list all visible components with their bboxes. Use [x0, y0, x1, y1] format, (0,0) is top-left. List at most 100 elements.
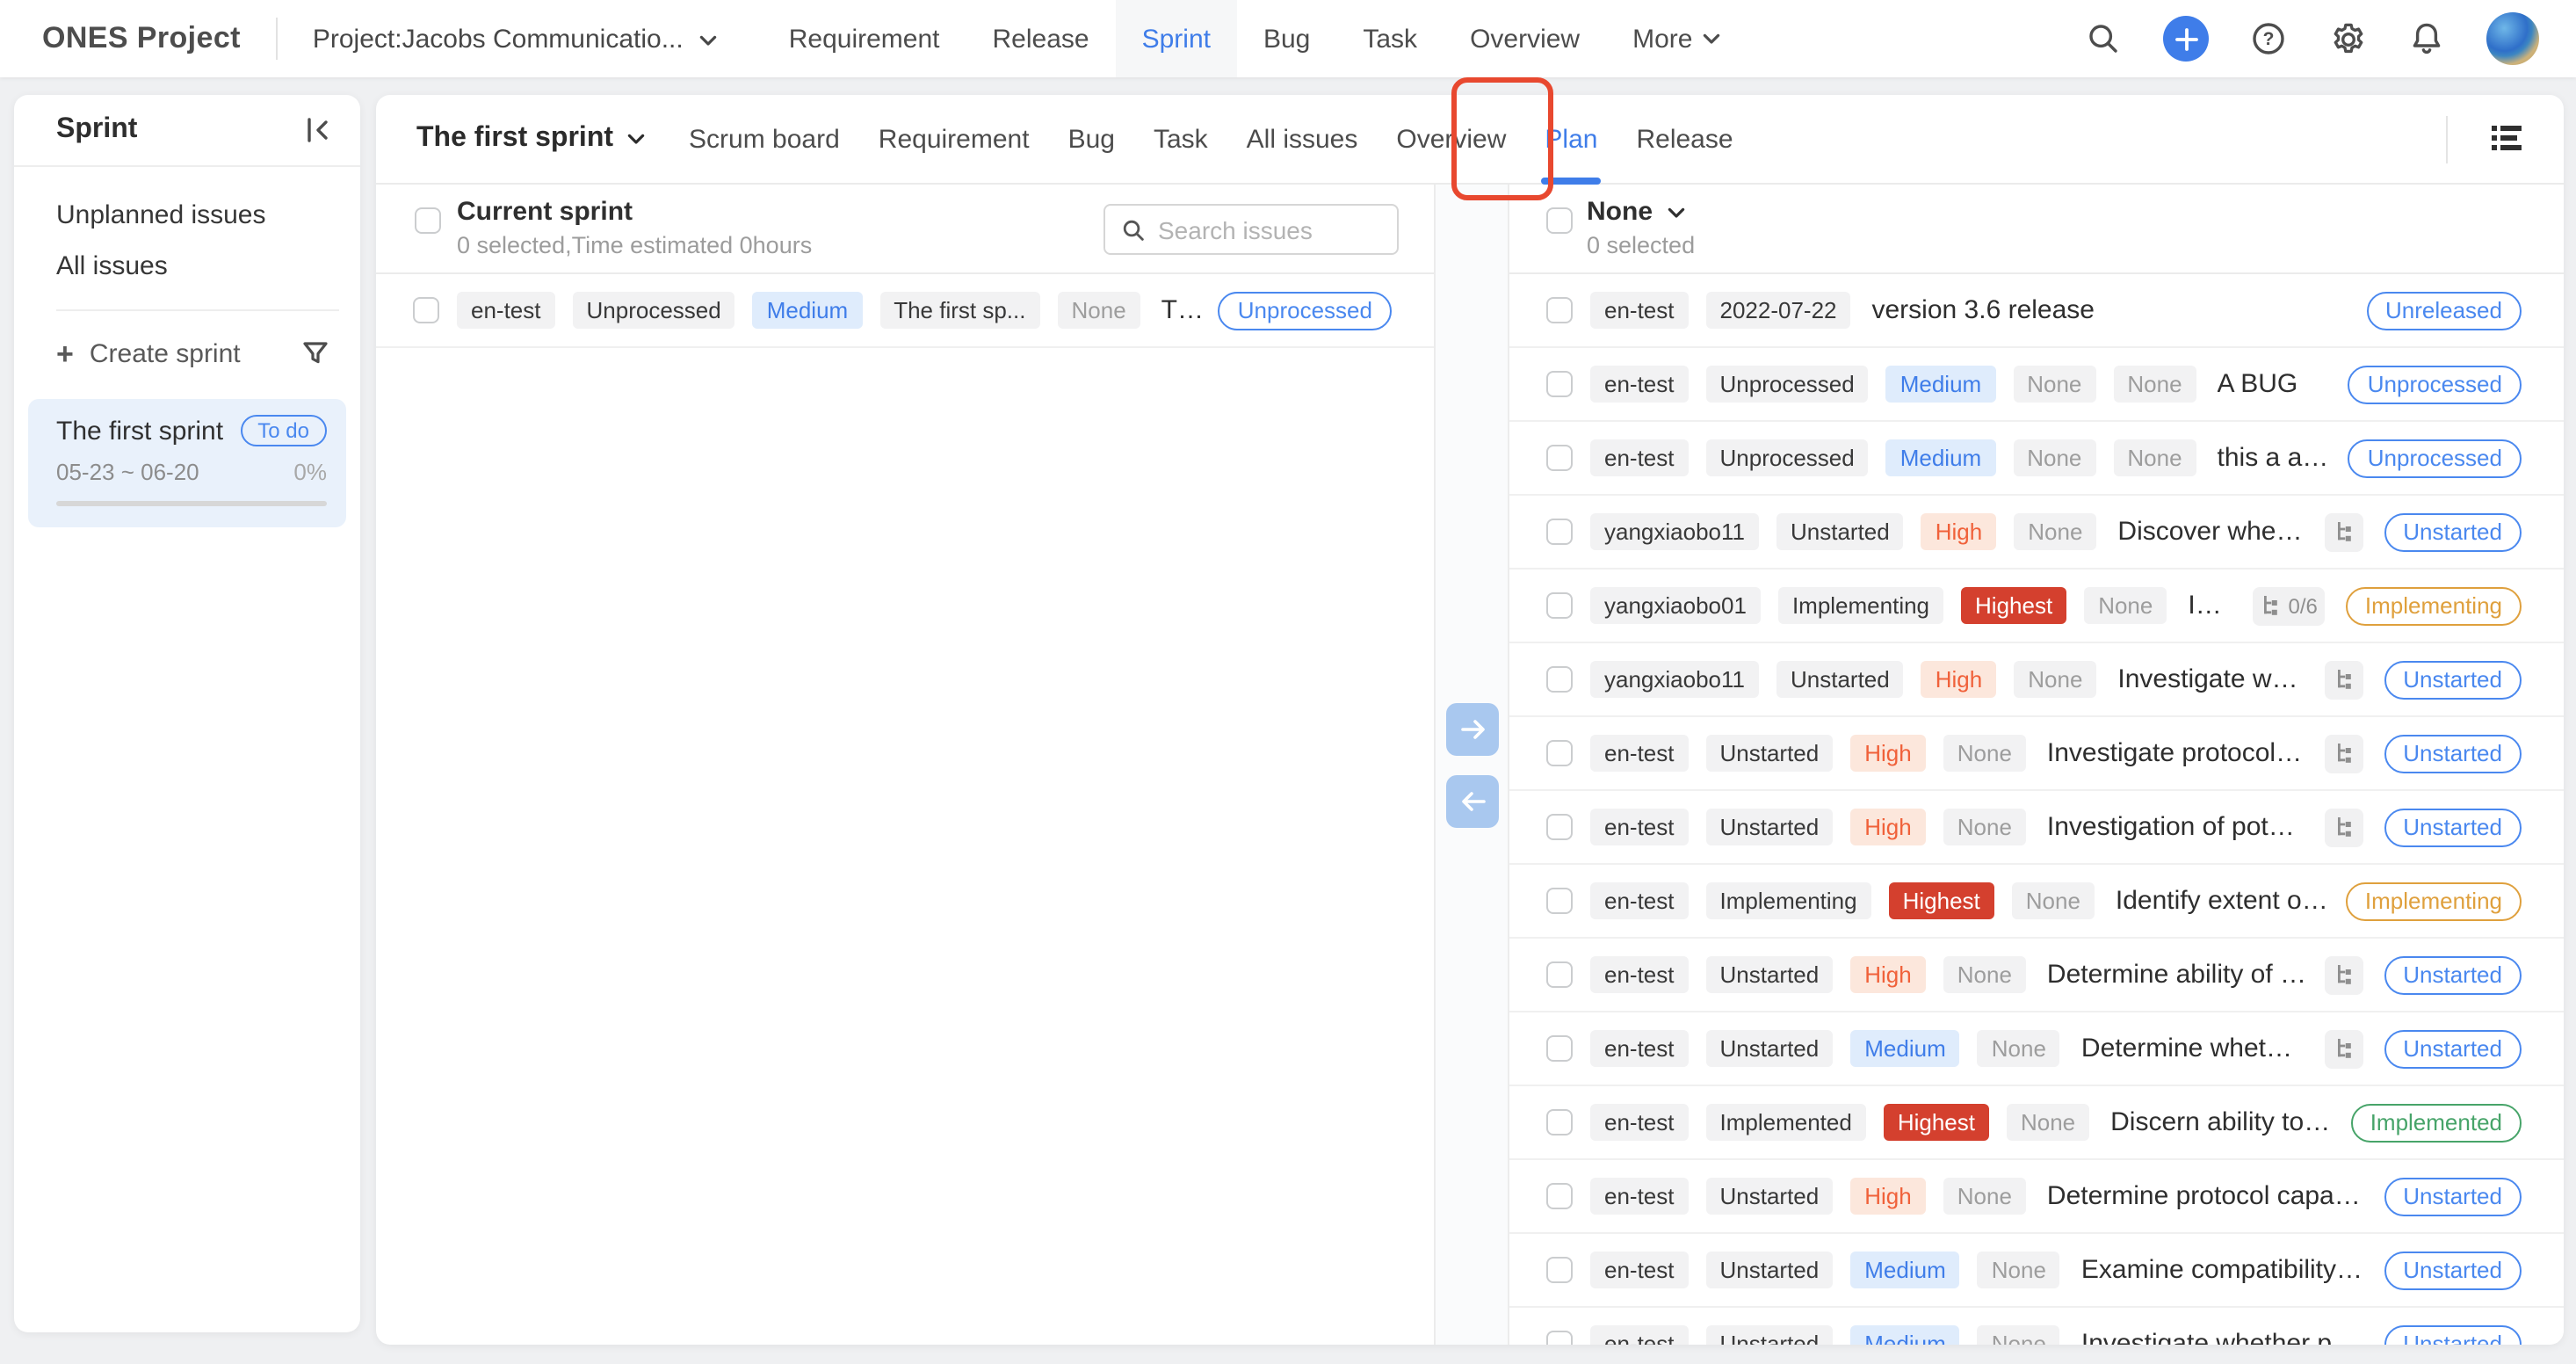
nav-item-release[interactable]: Release	[966, 0, 1116, 77]
subtask-tree-icon[interactable]	[2324, 734, 2363, 773]
sprint-name: The first sprint	[56, 416, 224, 446]
chevron-down-icon	[699, 24, 717, 54]
subtask-tree-icon[interactable]: 0/6	[2253, 586, 2325, 625]
subtask-tree-icon[interactable]	[2324, 808, 2363, 846]
issue-row[interactable]: yangxiaobo11 Unstarted High None Investigate…	[1509, 643, 2564, 717]
project-selector[interactable]: Project:Jacobs Communicatio...	[313, 24, 717, 54]
tab-bug[interactable]: Bug	[1049, 95, 1134, 183]
row-checkbox[interactable]	[1546, 1183, 1573, 1209]
settings-icon[interactable]	[2328, 19, 2367, 58]
notifications-icon[interactable]	[2407, 19, 2446, 58]
collapse-sidebar-icon[interactable]	[306, 118, 332, 142]
search-icon	[1121, 217, 1146, 242]
tab-plan[interactable]: Plan	[1525, 95, 1617, 185]
subtask-tree-icon[interactable]	[2324, 512, 2363, 551]
subtask-tree-icon[interactable]	[2324, 1029, 2363, 1068]
issue-title[interactable]: Investigate whether lim...	[2117, 664, 2306, 694]
target-selector[interactable]: None	[1587, 197, 1695, 227]
tab-overview[interactable]: Overview	[1377, 95, 1525, 183]
row-checkbox[interactable]	[1546, 666, 1573, 693]
move-right-button[interactable]	[1446, 703, 1499, 756]
issue-title[interactable]: Examine compatibility with ...	[2081, 1255, 2366, 1285]
search-input[interactable]	[1158, 215, 1381, 243]
move-left-button[interactable]	[1446, 775, 1499, 828]
issue-row[interactable]: en-test Unstarted High None Determine abilit…	[1509, 939, 2564, 1012]
issue-tag: None	[2011, 882, 2095, 919]
tab-scrum-board[interactable]: Scrum board	[669, 95, 859, 183]
issue-title[interactable]: This is ...	[1161, 295, 1201, 325]
sprint-selector[interactable]: The first sprint	[416, 123, 645, 155]
issue-title[interactable]: Investigate protocol ability t...	[2047, 738, 2306, 768]
issue-title[interactable]: Discern ability to acce...	[2110, 1107, 2334, 1137]
select-all-checkbox[interactable]	[1546, 207, 1573, 234]
issue-row[interactable]: en-test Implementing Highest None Identify e…	[1509, 865, 2564, 939]
help-icon[interactable]: ?	[2249, 19, 2288, 58]
row-right-group: Unstarted	[2324, 660, 2522, 699]
issue-row[interactable]: en-test Implemented Highest None Discern abi…	[1509, 1086, 2564, 1160]
filter-icon[interactable]	[302, 341, 329, 366]
issue-title[interactable]: this a also a bug	[2218, 443, 2331, 473]
nav-item-sprint[interactable]: Sprint	[1115, 0, 1237, 77]
row-checkbox[interactable]	[1546, 445, 1573, 471]
issue-row[interactable]: en-test Unstarted Medium None Examine compat…	[1509, 1234, 2564, 1308]
tab-label: Bug	[1067, 124, 1115, 154]
issue-title[interactable]: Investigation of potential ap...	[2047, 812, 2306, 842]
row-checkbox[interactable]	[1546, 740, 1573, 766]
row-checkbox[interactable]	[1546, 592, 1573, 619]
search-icon[interactable]	[2084, 19, 2123, 58]
issue-row[interactable]: en-test Unprocessed Medium None None this a a…	[1509, 422, 2564, 496]
create-icon[interactable]	[2163, 16, 2209, 62]
sprint-card[interactable]: The first sprint To do 05-23 ~ 06-20 0%	[28, 399, 346, 527]
issue-row[interactable]: en-test Unstarted Medium None Determine whet…	[1509, 1012, 2564, 1086]
tab-all-issues[interactable]: All issues	[1227, 95, 1378, 183]
row-checkbox[interactable]	[413, 297, 439, 323]
row-checkbox[interactable]	[1546, 814, 1573, 840]
row-checkbox[interactable]	[1546, 888, 1573, 914]
row-checkbox[interactable]	[1546, 961, 1573, 988]
issue-title[interactable]: Determine whether the p...	[2081, 1034, 2306, 1063]
subtask-tree-icon[interactable]	[2324, 660, 2363, 699]
issue-row[interactable]: en-test Unstarted High None Determine protoc…	[1509, 1160, 2564, 1234]
nav-item-requirement[interactable]: Requirement	[763, 0, 966, 77]
issue-row[interactable]: yangxiaobo01 Implementing Highest None Ident…	[1509, 570, 2564, 643]
row-checkbox[interactable]	[1546, 1331, 1573, 1345]
sidebar-item-all-issues[interactable]: All issues	[56, 241, 360, 292]
issue-title[interactable]: A BUG	[2218, 369, 2298, 399]
issue-title[interactable]: Identify extent of cap...	[2116, 886, 2328, 916]
row-checkbox[interactable]	[1546, 1109, 1573, 1135]
issue-row[interactable]: en-test Unstarted High None Investigation of…	[1509, 791, 2564, 865]
issue-title[interactable]: Investigate whether protoco...	[2081, 1329, 2366, 1345]
tab-task[interactable]: Task	[1134, 95, 1227, 183]
row-checkbox[interactable]	[1546, 371, 1573, 397]
tab-release[interactable]: Release	[1617, 95, 1752, 183]
issue-tag: en-test	[1590, 1325, 1689, 1345]
nav-item-overview[interactable]: Overview	[1444, 0, 1606, 77]
issue-title[interactable]: Determine ability of protoco...	[2047, 960, 2306, 990]
nav-item-bug[interactable]: Bug	[1237, 0, 1336, 77]
issue-row[interactable]: en-test Unprocessed Medium The first sp... N…	[376, 274, 1434, 348]
issue-row[interactable]: en-test Unstarted Medium None Investigate wh…	[1509, 1308, 2564, 1345]
row-checkbox[interactable]	[1546, 1035, 1573, 1062]
status-badge: Implementing	[2345, 882, 2522, 920]
row-checkbox[interactable]	[1546, 519, 1573, 545]
subtask-tree-icon[interactable]	[2324, 955, 2363, 994]
nav-item-task[interactable]: Task	[1336, 0, 1444, 77]
sidebar-item-unplanned-issues[interactable]: Unplanned issues	[56, 190, 360, 241]
row-checkbox[interactable]	[1546, 297, 1573, 323]
row-right-group: Unstarted	[2384, 1251, 2522, 1289]
avatar[interactable]	[2486, 12, 2539, 65]
issue-row[interactable]: en-test 2022-07-22 version 3.6 release Unre…	[1509, 274, 2564, 348]
issue-title[interactable]: Determine protocol capability t...	[2047, 1181, 2366, 1211]
tab-requirement[interactable]: Requirement	[859, 95, 1049, 183]
issue-title[interactable]: version 3.6 release	[1872, 295, 2095, 325]
issue-row[interactable]: en-test Unstarted High None Investigate prot…	[1509, 717, 2564, 791]
issue-title[interactable]: Identif...	[2188, 591, 2235, 620]
issue-row[interactable]: yangxiaobo11 Unstarted High None Discover wh…	[1509, 496, 2564, 570]
issue-row[interactable]: en-test Unprocessed Medium None None A BUG Unp…	[1509, 348, 2564, 422]
select-all-checkbox[interactable]	[415, 207, 441, 234]
issue-title[interactable]: Discover whether a sta...	[2117, 517, 2306, 547]
create-sprint-button[interactable]: + Create sprint	[14, 318, 360, 388]
list-view-icon[interactable]	[2492, 125, 2522, 151]
nav-item-more[interactable]: More	[1606, 0, 1747, 77]
row-checkbox[interactable]	[1546, 1257, 1573, 1283]
